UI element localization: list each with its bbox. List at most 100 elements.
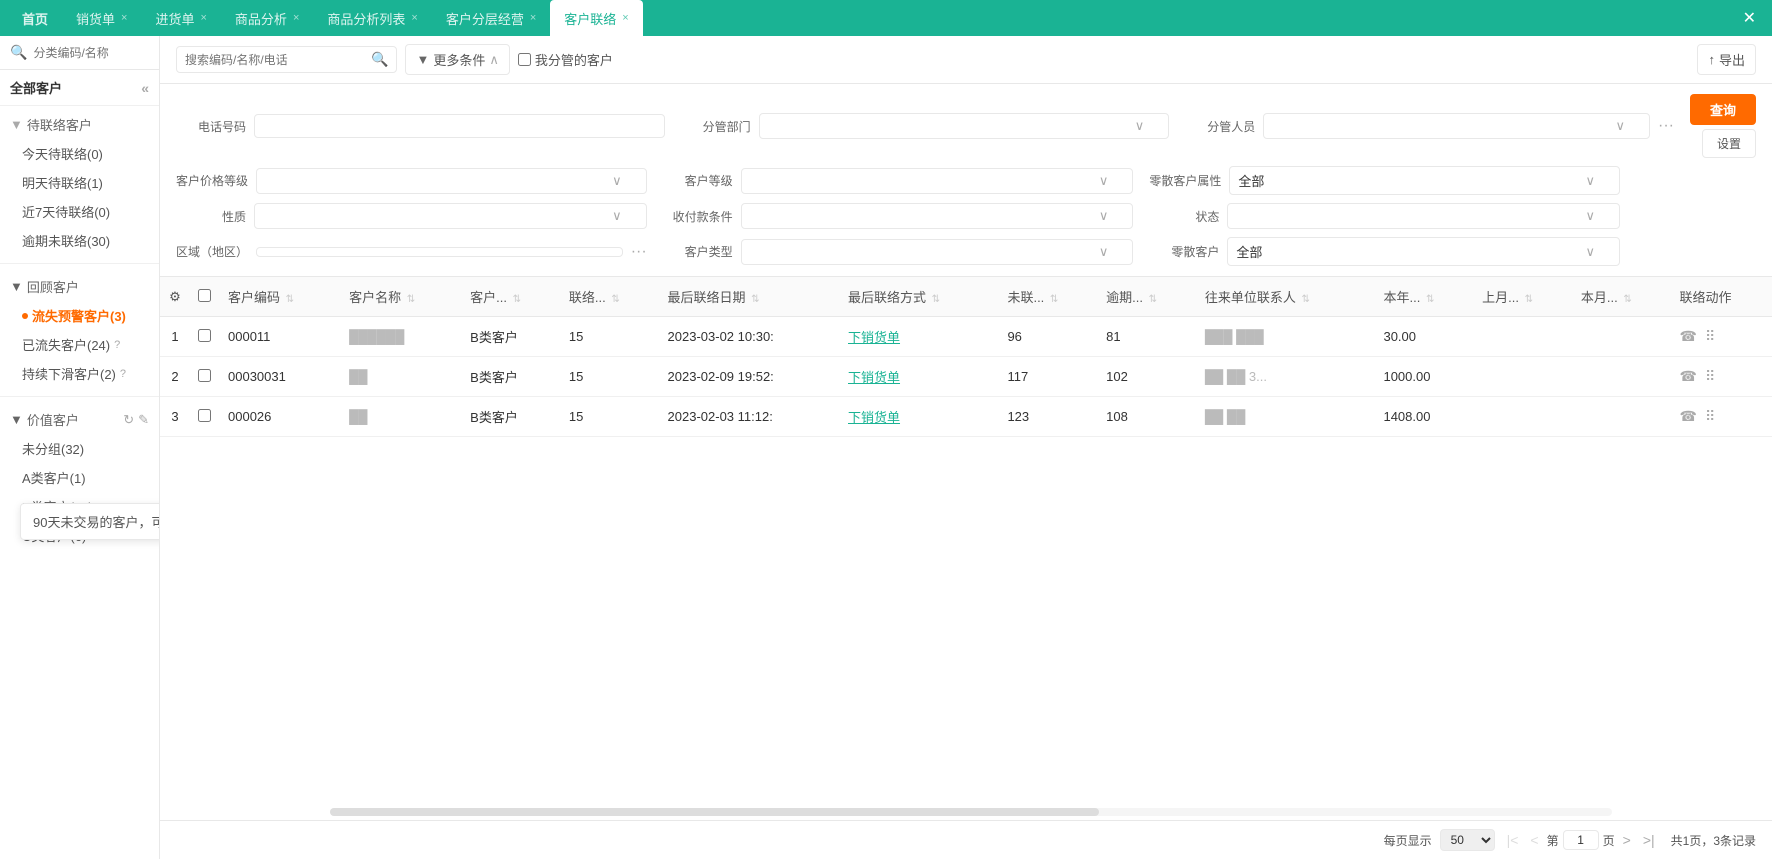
row-last-way[interactable]: 下销货单: [840, 357, 999, 397]
row-checkbox[interactable]: [198, 409, 211, 422]
sort-icon-person[interactable]: ⇅: [1301, 294, 1309, 305]
row-name: ██████: [341, 317, 462, 357]
filter-select-retail-customer[interactable]: 全部 ∨: [1227, 237, 1620, 266]
page-number-input[interactable]: [1563, 830, 1599, 850]
tab-sales-close[interactable]: ×: [121, 12, 127, 24]
tab-sales[interactable]: 销货单 ×: [62, 0, 141, 36]
next-page-button[interactable]: >: [1619, 830, 1635, 850]
filter-select-customer-type[interactable]: ∨: [741, 239, 1134, 265]
tab-purchase-close[interactable]: ×: [200, 12, 206, 24]
sidebar-item-ungrouped[interactable]: 未分组(32): [0, 434, 159, 463]
sidebar-item-overdue[interactable]: 逾期未联络(30): [0, 226, 159, 255]
sort-icon-overdue[interactable]: ⇅: [1149, 294, 1157, 305]
th-this-month: 本月... ⇅: [1573, 277, 1672, 317]
th-checkbox[interactable]: [190, 277, 220, 317]
tab-product-analysis-close[interactable]: ×: [293, 12, 299, 24]
sidebar-item-churned[interactable]: 已流失客户(24) ?: [0, 330, 159, 359]
sidebar-item-7days[interactable]: 近7天待联络(0): [0, 197, 159, 226]
my-customers-checkbox-label[interactable]: 我分管的客户: [518, 50, 613, 69]
sidebar-root[interactable]: 全部客户 «: [0, 70, 159, 106]
more-action-icon[interactable]: ⠿: [1705, 368, 1715, 385]
sidebar-item-declining[interactable]: 持续下滑客户(2) ?: [0, 359, 159, 388]
tab-product-analysis-list[interactable]: 商品分析列表 ×: [313, 0, 431, 36]
sidebar-item-today[interactable]: 今天待联络(0): [0, 139, 159, 168]
sort-icon-uncontact[interactable]: ⇅: [1050, 294, 1058, 305]
more-action-icon[interactable]: ⠿: [1705, 328, 1715, 345]
sidebar-item-tomorrow[interactable]: 明天待联络(1): [0, 168, 159, 197]
tab-product-analysis-list-close[interactable]: ×: [411, 12, 417, 24]
filter-select-payment[interactable]: ∨: [741, 203, 1134, 229]
query-button[interactable]: 查询: [1690, 94, 1756, 125]
sidebar-collapse-button[interactable]: «: [141, 80, 149, 96]
sort-icon-year[interactable]: ⇅: [1426, 294, 1434, 305]
filter-more-region[interactable]: ···: [631, 243, 647, 261]
last-way-link[interactable]: 下销货单: [848, 370, 900, 385]
prev-page-button[interactable]: <: [1526, 830, 1542, 850]
filter-select-dept[interactable]: ∨: [759, 113, 1170, 139]
more-action-icon[interactable]: ⠿: [1705, 408, 1715, 425]
sort-icon-contact-count[interactable]: ⇅: [611, 294, 619, 305]
filter-more-person[interactable]: ···: [1658, 117, 1674, 135]
search-input[interactable]: [185, 53, 365, 67]
filter-select-retail-attr[interactable]: 全部 ∨: [1229, 166, 1620, 195]
edit-icon[interactable]: ✎: [138, 412, 149, 428]
tab-customer-contact-close[interactable]: ×: [622, 12, 628, 24]
last-way-link[interactable]: 下销货单: [848, 410, 900, 425]
sidebar-group-pending-title[interactable]: ▼ 待联络客户: [0, 110, 159, 139]
sort-icon-code[interactable]: ⇅: [286, 294, 294, 305]
sidebar-item-churn-warning[interactable]: 流失预警客户(3): [0, 301, 159, 330]
filter-select-person[interactable]: ∨: [1263, 113, 1650, 139]
filter-select-nature[interactable]: ∨: [254, 203, 647, 229]
filter-field-payment: 收付款条件 ∨: [663, 203, 1134, 229]
contact-icon[interactable]: ☎: [1680, 408, 1697, 425]
page-size-select[interactable]: 50 100 200: [1440, 829, 1495, 851]
refresh-icon[interactable]: ↻: [123, 412, 134, 428]
filter-select-region[interactable]: [256, 247, 623, 257]
sidebar-group-review-title[interactable]: ▼ 回顾客户: [0, 272, 159, 301]
window-close-button[interactable]: ✕: [1735, 4, 1764, 32]
select-all-checkbox[interactable]: [198, 289, 211, 302]
row-num: 3: [160, 397, 190, 437]
th-code-label: 客户编码: [228, 290, 280, 305]
filter-select-customer-level[interactable]: ∨: [741, 168, 1134, 194]
tab-purchase[interactable]: 进货单 ×: [141, 0, 220, 36]
row-checkbox-cell[interactable]: [190, 317, 220, 357]
row-checkbox-cell[interactable]: [190, 397, 220, 437]
settings-button[interactable]: 设置: [1702, 129, 1756, 158]
sidebar-group-value-title[interactable]: ▼ 价值客户 ↻ ✎: [0, 405, 159, 434]
horizontal-scrollbar[interactable]: [330, 808, 1612, 816]
sort-icon-last-date[interactable]: ⇅: [751, 294, 759, 305]
tab-customer-contact[interactable]: 客户联络 ×: [550, 0, 642, 36]
sidebar-item-a-class[interactable]: A类客户(1): [0, 463, 159, 492]
contact-icon[interactable]: ☎: [1680, 328, 1697, 345]
row-checkbox[interactable]: [198, 369, 211, 382]
row-last-way[interactable]: 下销货单: [840, 317, 999, 357]
sidebar-search-input[interactable]: [33, 46, 160, 60]
my-customers-checkbox[interactable]: [518, 53, 531, 66]
last-page-button[interactable]: >|: [1639, 830, 1659, 850]
scrollbar-thumb[interactable]: [330, 808, 1099, 816]
sort-icon-name[interactable]: ⇅: [407, 294, 415, 305]
row-checkbox[interactable]: [198, 329, 211, 342]
sort-icon-this-month[interactable]: ⇅: [1623, 294, 1631, 305]
tab-customer-layer[interactable]: 客户分层经营 ×: [432, 0, 550, 36]
sort-icon-last-month[interactable]: ⇅: [1525, 294, 1533, 305]
contact-icon[interactable]: ☎: [1680, 368, 1697, 385]
first-page-button[interactable]: |<: [1503, 830, 1523, 850]
tab-product-analysis[interactable]: 商品分析 ×: [221, 0, 313, 36]
filter-select-price-level[interactable]: ∨: [256, 168, 647, 194]
tab-home[interactable]: 首页: [8, 0, 62, 36]
row-last-way[interactable]: 下销货单: [840, 397, 999, 437]
tab-customer-layer-close[interactable]: ×: [530, 12, 536, 24]
filter-input-phone[interactable]: [254, 114, 665, 138]
th-settings[interactable]: ⚙: [160, 277, 190, 317]
sort-icon-type[interactable]: ⇅: [513, 294, 521, 305]
sidebar-item-declining-label: 持续下滑客户(2): [22, 364, 116, 383]
filter-select-status[interactable]: ∨: [1227, 203, 1620, 229]
last-way-link[interactable]: 下销货单: [848, 330, 900, 345]
more-conditions-button[interactable]: ▼ 更多条件 ∧: [405, 44, 509, 75]
sort-icon-last-way[interactable]: ⇅: [932, 294, 940, 305]
export-button[interactable]: ↑ 导出: [1697, 44, 1756, 75]
row-checkbox-cell[interactable]: [190, 357, 220, 397]
toolbar-search-icon[interactable]: 🔍: [371, 51, 388, 68]
